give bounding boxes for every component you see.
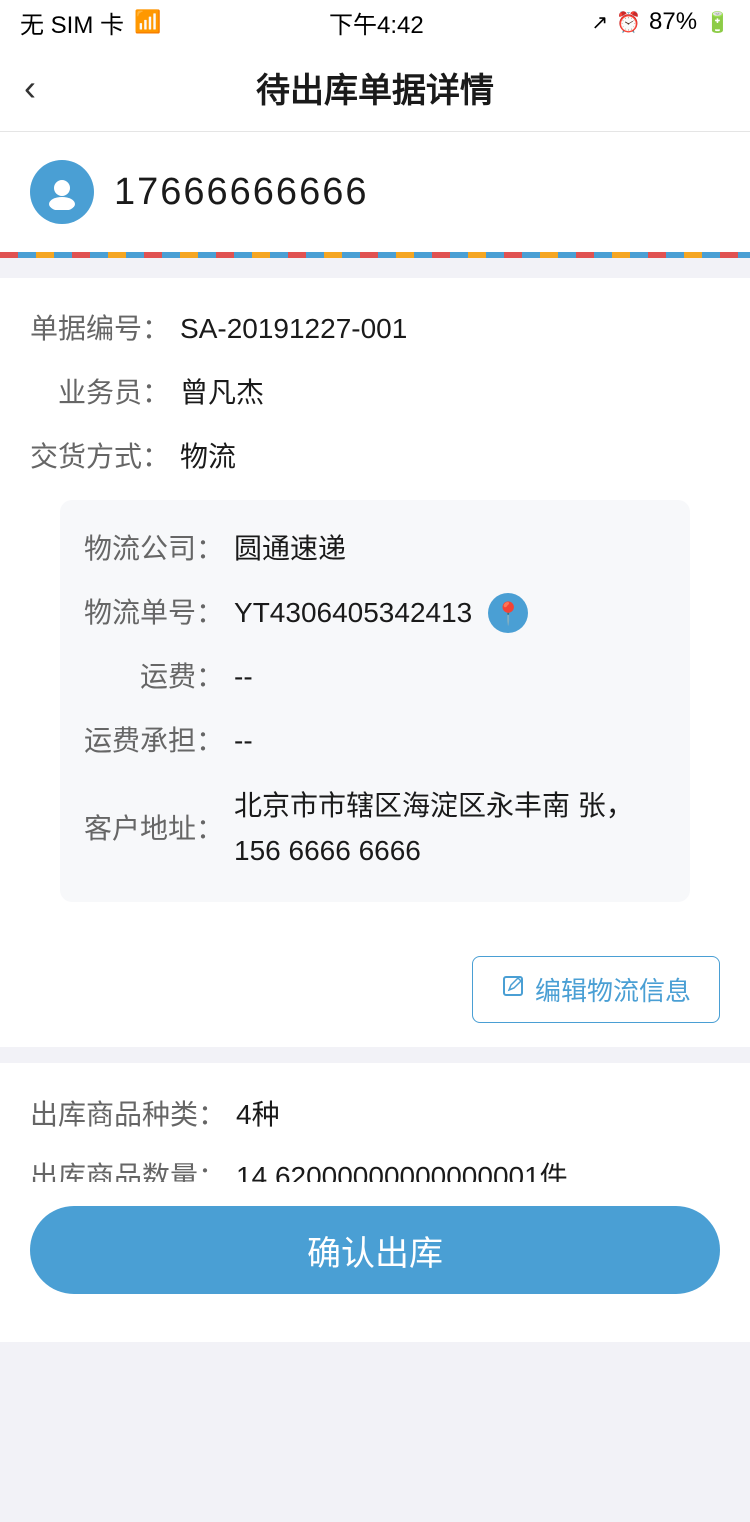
customer-card: 17666666666 bbox=[0, 132, 750, 252]
sales-person-label: 业务员： bbox=[30, 372, 170, 414]
nav-bar: ‹ 待出库单据详情 bbox=[0, 44, 750, 132]
status-time: 下午4:42 bbox=[329, 5, 424, 40]
freight-bearer-row: 运费承担： -- bbox=[84, 720, 666, 762]
order-info-section: 单据编号： SA-20191227-001 业务员： 曾凡杰 交货方式： 物流 … bbox=[0, 278, 750, 932]
address-row: 客户地址： 北京市市辖区海淀区永丰南 张，156 6666 6666 bbox=[84, 784, 666, 874]
pin-icon: 📍 bbox=[495, 597, 522, 630]
page-title: 待出库单据详情 bbox=[256, 63, 494, 112]
product-type-row: 出库商品种类： 4种 bbox=[30, 1093, 720, 1133]
document-no-value: SA-20191227-001 bbox=[180, 308, 407, 350]
sales-person-row: 业务员： 曾凡杰 bbox=[30, 372, 720, 414]
logistics-tracking-label: 物流单号： bbox=[84, 592, 224, 634]
edit-logistics-button[interactable]: 编辑物流信息 bbox=[472, 956, 720, 1023]
document-no-row: 单据编号： SA-20191227-001 bbox=[30, 308, 720, 350]
logistics-company-label: 物流公司： bbox=[84, 528, 224, 570]
tracking-location-icon[interactable]: 📍 bbox=[488, 593, 528, 633]
logistics-tracking-row: 物流单号： YT4306405342413 📍 bbox=[84, 592, 666, 634]
section-divider bbox=[0, 1047, 750, 1063]
color-separator bbox=[0, 252, 750, 258]
wifi-icon: 📶 bbox=[134, 9, 161, 35]
logistics-tracking-value: YT4306405342413 bbox=[234, 592, 472, 634]
logistics-number-container: YT4306405342413 📍 bbox=[224, 592, 528, 634]
confirm-outbound-button[interactable]: 确认出库 bbox=[30, 1206, 720, 1294]
delivery-method-value: 物流 bbox=[180, 436, 236, 478]
product-type-label: 出库商品种类： bbox=[30, 1093, 226, 1133]
status-left: 无 SIM 卡 📶 bbox=[20, 5, 161, 40]
confirm-outbound-label: 确认出库 bbox=[307, 1226, 443, 1275]
logistics-card: 物流公司： 圆通速递 物流单号： YT4306405342413 📍 运费： -… bbox=[60, 500, 690, 902]
edit-btn-row: 编辑物流信息 bbox=[0, 932, 750, 1047]
logistics-company-row: 物流公司： 圆通速递 bbox=[84, 528, 666, 570]
document-no-label: 单据编号： bbox=[30, 308, 170, 350]
delivery-method-label: 交货方式： bbox=[30, 436, 170, 478]
avatar bbox=[30, 160, 94, 224]
sales-person-value: 曾凡杰 bbox=[180, 372, 264, 414]
address-value: 北京市市辖区海淀区永丰南 张，156 6666 6666 bbox=[234, 784, 666, 874]
freight-label: 运费： bbox=[84, 656, 224, 698]
freight-bearer-value: -- bbox=[234, 720, 253, 762]
status-bar: 无 SIM 卡 📶 下午4:42 ↗ ⏰ 87% 🔋 bbox=[0, 0, 750, 44]
location-icon: ↗ bbox=[591, 10, 608, 35]
logistics-company-value: 圆通速递 bbox=[234, 528, 346, 570]
carrier-label: 无 SIM 卡 bbox=[20, 5, 124, 40]
alarm-icon: ⏰ bbox=[616, 10, 641, 35]
freight-bearer-label: 运费承担： bbox=[84, 720, 224, 762]
delivery-method-row: 交货方式： 物流 bbox=[30, 436, 720, 478]
back-button[interactable]: ‹ bbox=[24, 67, 36, 109]
customer-phone: 17666666666 bbox=[114, 171, 368, 214]
freight-value: -- bbox=[234, 656, 253, 698]
battery-icon: 🔋 bbox=[705, 10, 730, 35]
freight-row: 运费： -- bbox=[84, 656, 666, 698]
status-right: ↗ ⏰ 87% 🔋 bbox=[591, 8, 730, 36]
edit-logistics-label: 编辑物流信息 bbox=[535, 971, 691, 1008]
edit-icon bbox=[501, 974, 525, 1005]
battery-label: 87% bbox=[649, 8, 697, 36]
product-type-value: 4种 bbox=[236, 1093, 280, 1133]
bottom-btn-area: 确认出库 bbox=[0, 1182, 750, 1334]
address-label: 客户地址： bbox=[84, 808, 224, 850]
